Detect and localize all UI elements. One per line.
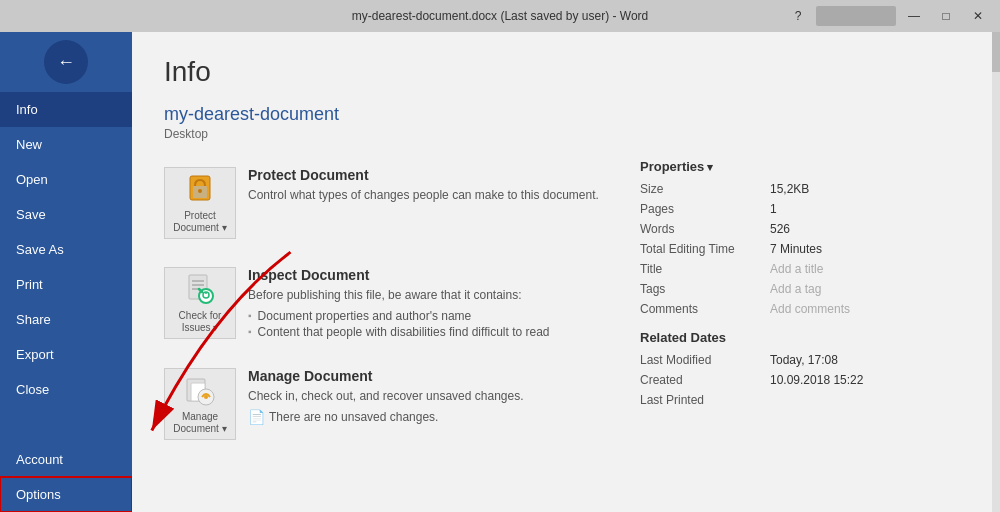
- prop-created-label: Created: [640, 373, 770, 387]
- manage-document-card: ManageDocument ▾ Manage Document Check i…: [164, 360, 608, 448]
- prop-words-value: 526: [770, 222, 790, 236]
- main-layout: ← Info New Open Save Save As Print Share…: [0, 32, 1000, 512]
- protect-card-desc: Control what types of changes people can…: [248, 187, 608, 204]
- manage-card-body: Manage Document Check in, check out, and…: [248, 368, 608, 425]
- manage-icon-label: ManageDocument ▾: [173, 411, 226, 435]
- prop-size: Size 15,2KB: [640, 182, 960, 196]
- protect-document-icon[interactable]: ProtectDocument ▾: [164, 167, 236, 239]
- inspect-list-item-1: Document properties and author's name: [248, 308, 608, 324]
- prop-editing-time-value: 7 Minutes: [770, 242, 822, 256]
- inspect-icon-label: Check forIssues ▾: [179, 310, 222, 334]
- prop-last-printed-label: Last Printed: [640, 393, 770, 407]
- doc-location: Desktop: [164, 127, 960, 141]
- doc-name: my-dearest-document: [164, 104, 960, 125]
- inspect-card-body: Inspect Document Before publishing this …: [248, 267, 608, 340]
- prop-last-modified-label: Last Modified: [640, 353, 770, 367]
- cards-column: ProtectDocument ▾ Protect Document Contr…: [164, 159, 608, 448]
- properties-column: Properties Size 15,2KB Pages 1 Words 526…: [640, 159, 960, 448]
- sidebar-item-save[interactable]: Save: [0, 197, 132, 232]
- help-button[interactable]: ?: [784, 6, 812, 26]
- scrollbar[interactable]: [992, 32, 1000, 512]
- manage-card-title: Manage Document: [248, 368, 608, 384]
- sidebar-item-open[interactable]: Open: [0, 162, 132, 197]
- sidebar-item-share[interactable]: Share: [0, 302, 132, 337]
- prop-created: Created 10.09.2018 15:22: [640, 373, 960, 387]
- manage-doc-icon: 📄: [248, 409, 265, 425]
- prop-pages-label: Pages: [640, 202, 770, 216]
- sidebar: ← Info New Open Save Save As Print Share…: [0, 32, 132, 512]
- protect-icon-label: ProtectDocument ▾: [173, 210, 226, 234]
- prop-comments-value[interactable]: Add comments: [770, 302, 850, 316]
- protect-document-card: ProtectDocument ▾ Protect Document Contr…: [164, 159, 608, 247]
- page-title: Info: [164, 56, 960, 88]
- prop-last-modified-value: Today, 17:08: [770, 353, 838, 367]
- inspect-list-item-2: Content that people with disabilities fi…: [248, 324, 608, 340]
- sidebar-item-info[interactable]: Info: [0, 92, 132, 127]
- svg-point-9: [205, 292, 207, 294]
- titlebar-controls: ? — □ ✕: [784, 6, 992, 26]
- restore-button[interactable]: □: [932, 6, 960, 26]
- inspect-document-icon[interactable]: Check forIssues ▾: [164, 267, 236, 339]
- titlebar: my-dearest-document.docx (Last saved by …: [0, 0, 1000, 32]
- prop-last-modified: Last Modified Today, 17:08: [640, 353, 960, 367]
- sidebar-bottom: Account Options: [0, 442, 132, 512]
- sidebar-item-new[interactable]: New: [0, 127, 132, 162]
- sidebar-item-save-as[interactable]: Save As: [0, 232, 132, 267]
- prop-pages-value: 1: [770, 202, 777, 216]
- prop-comments: Comments Add comments: [640, 302, 960, 316]
- content-area: Info my-dearest-document Desktop Protect…: [132, 32, 992, 512]
- inspect-card-desc: Before publishing this file, be aware th…: [248, 287, 608, 304]
- prop-pages: Pages 1: [640, 202, 960, 216]
- svg-point-2: [198, 189, 202, 193]
- prop-comments-label: Comments: [640, 302, 770, 316]
- sidebar-item-export[interactable]: Export: [0, 337, 132, 372]
- prop-last-printed: Last Printed: [640, 393, 960, 407]
- properties-header[interactable]: Properties: [640, 159, 960, 174]
- sidebar-item-options[interactable]: Options: [0, 477, 132, 512]
- prop-words-label: Words: [640, 222, 770, 236]
- svg-point-13: [204, 395, 208, 399]
- minimize-button[interactable]: —: [900, 6, 928, 26]
- prop-title-label: Title: [640, 262, 770, 276]
- inspect-document-card: Check forIssues ▾ Inspect Document Befor…: [164, 259, 608, 348]
- prop-tags: Tags Add a tag: [640, 282, 960, 296]
- sidebar-item-close[interactable]: Close: [0, 372, 132, 407]
- close-button[interactable]: ✕: [964, 6, 992, 26]
- inspect-card-list: Document properties and author's name Co…: [248, 308, 608, 340]
- prop-editing-time-label: Total Editing Time: [640, 242, 770, 256]
- related-dates-header: Related Dates: [640, 330, 960, 345]
- prop-editing-time: Total Editing Time 7 Minutes: [640, 242, 960, 256]
- manage-card-desc: Check in, check out, and recover unsaved…: [248, 388, 608, 405]
- prop-tags-label: Tags: [640, 282, 770, 296]
- sidebar-item-print[interactable]: Print: [0, 267, 132, 302]
- protect-card-title: Protect Document: [248, 167, 608, 183]
- scrollbar-thumb[interactable]: [992, 32, 1000, 72]
- manage-note: There are no unsaved changes.: [269, 410, 438, 424]
- protect-card-body: Protect Document Control what types of c…: [248, 167, 608, 204]
- back-button[interactable]: ←: [44, 40, 88, 84]
- prop-title-value[interactable]: Add a title: [770, 262, 823, 276]
- titlebar-title: my-dearest-document.docx (Last saved by …: [352, 9, 649, 23]
- inspect-card-title: Inspect Document: [248, 267, 608, 283]
- manage-document-icon[interactable]: ManageDocument ▾: [164, 368, 236, 440]
- prop-created-value: 10.09.2018 15:22: [770, 373, 863, 387]
- sidebar-nav: Info New Open Save Save As Print Share E…: [0, 92, 132, 407]
- info-section: ProtectDocument ▾ Protect Document Contr…: [164, 159, 960, 448]
- prop-size-label: Size: [640, 182, 770, 196]
- user-area: [816, 6, 896, 26]
- prop-words: Words 526: [640, 222, 960, 236]
- prop-title: Title Add a title: [640, 262, 960, 276]
- sidebar-item-account[interactable]: Account: [0, 442, 132, 477]
- prop-size-value: 15,2KB: [770, 182, 809, 196]
- prop-tags-value[interactable]: Add a tag: [770, 282, 821, 296]
